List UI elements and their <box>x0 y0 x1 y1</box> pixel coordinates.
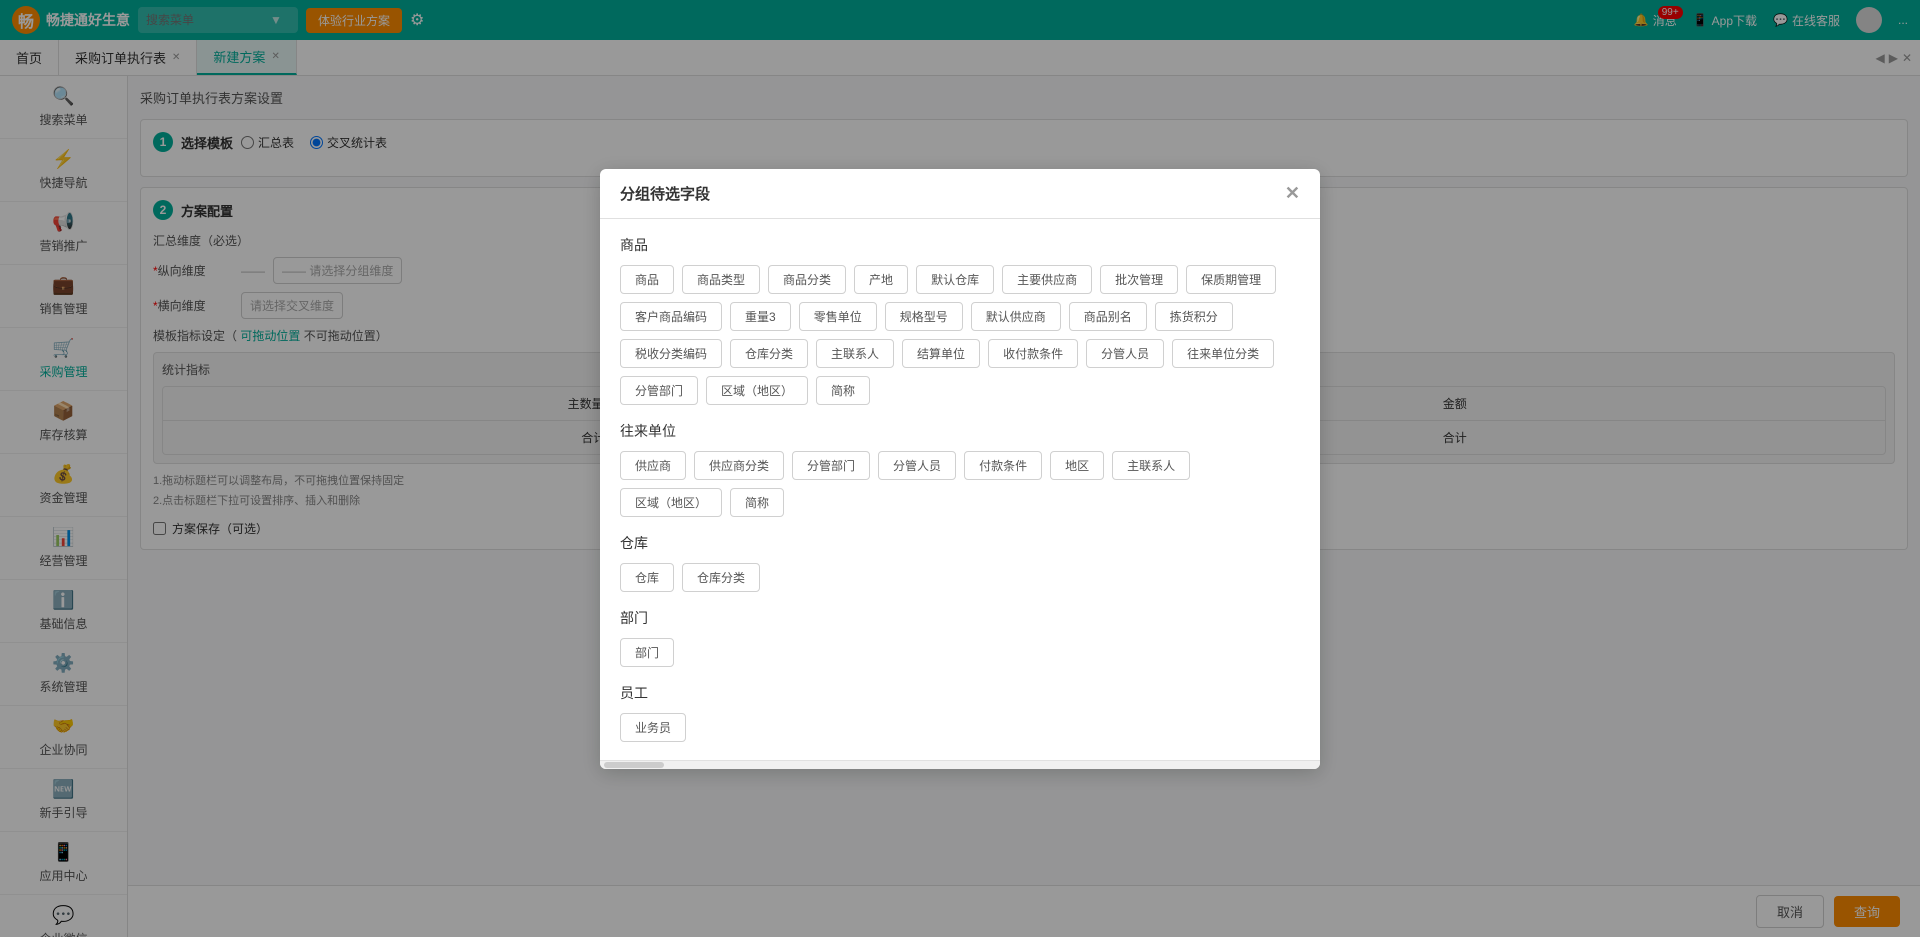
field-goods-17[interactable]: 仓库分类 <box>730 339 808 368</box>
field-goods-7[interactable]: 批次管理 <box>1100 265 1178 294</box>
field-goods-10[interactable]: 重量3 <box>730 302 791 331</box>
modal-title: 分组待选字段 <box>620 183 710 204</box>
field-partner-2[interactable]: 供应商分类 <box>694 451 784 480</box>
section-title-partner: 往来单位 <box>620 421 1300 441</box>
field-goods-18[interactable]: 主联系人 <box>816 339 894 368</box>
field-goods-16[interactable]: 税收分类编码 <box>620 339 722 368</box>
field-partner-8[interactable]: 区域（地区） <box>620 488 722 517</box>
field-goods-6[interactable]: 主要供应商 <box>1002 265 1092 294</box>
section-title-staff: 员工 <box>620 683 1300 703</box>
field-goods-8[interactable]: 保质期管理 <box>1186 265 1276 294</box>
field-goods-2[interactable]: 商品类型 <box>682 265 760 294</box>
section-title-goods: 商品 <box>620 235 1300 255</box>
section-title-dept: 部门 <box>620 608 1300 628</box>
field-goods-11[interactable]: 零售单位 <box>799 302 877 331</box>
field-goods-12[interactable]: 规格型号 <box>885 302 963 331</box>
field-goods-14[interactable]: 商品别名 <box>1069 302 1147 331</box>
modal-overlay: 分组待选字段 ✕ 商品 商品 商品类型 商品分类 产地 默认仓库 主要供应商 批… <box>0 0 1920 937</box>
modal-scroll-bar-x[interactable] <box>600 760 1320 768</box>
modal-scroll-thumb-x[interactable] <box>604 762 664 768</box>
modal-body: 商品 商品 商品类型 商品分类 产地 默认仓库 主要供应商 批次管理 保质期管理… <box>600 219 1320 761</box>
field-goods-25[interactable]: 简称 <box>816 376 870 405</box>
field-partner-9[interactable]: 简称 <box>730 488 784 517</box>
field-partner-3[interactable]: 分管部门 <box>792 451 870 480</box>
field-grid-goods: 商品 商品类型 商品分类 产地 默认仓库 主要供应商 批次管理 保质期管理 客户… <box>620 265 1300 405</box>
field-grid-staff: 业务员 <box>620 713 1300 742</box>
field-partner-7[interactable]: 主联系人 <box>1112 451 1190 480</box>
field-warehouse-1[interactable]: 仓库 <box>620 563 674 592</box>
field-select-modal: 分组待选字段 ✕ 商品 商品 商品类型 商品分类 产地 默认仓库 主要供应商 批… <box>600 169 1320 769</box>
field-goods-13[interactable]: 默认供应商 <box>971 302 1061 331</box>
field-partner-5[interactable]: 付款条件 <box>964 451 1042 480</box>
modal-close-button[interactable]: ✕ <box>1285 184 1300 202</box>
field-goods-5[interactable]: 默认仓库 <box>916 265 994 294</box>
field-goods-15[interactable]: 拣货积分 <box>1155 302 1233 331</box>
field-goods-1[interactable]: 商品 <box>620 265 674 294</box>
field-partner-6[interactable]: 地区 <box>1050 451 1104 480</box>
field-staff-1[interactable]: 业务员 <box>620 713 686 742</box>
field-partner-1[interactable]: 供应商 <box>620 451 686 480</box>
field-partner-4[interactable]: 分管人员 <box>878 451 956 480</box>
modal-header: 分组待选字段 ✕ <box>600 169 1320 219</box>
field-goods-24[interactable]: 区域（地区） <box>706 376 808 405</box>
field-grid-partner: 供应商 供应商分类 分管部门 分管人员 付款条件 地区 主联系人 区域（地区） … <box>620 451 1300 517</box>
field-goods-21[interactable]: 分管人员 <box>1086 339 1164 368</box>
section-title-warehouse: 仓库 <box>620 533 1300 553</box>
field-goods-4[interactable]: 产地 <box>854 265 908 294</box>
field-grid-dept: 部门 <box>620 638 1300 667</box>
field-dept-1[interactable]: 部门 <box>620 638 674 667</box>
field-warehouse-2[interactable]: 仓库分类 <box>682 563 760 592</box>
field-grid-warehouse: 仓库 仓库分类 <box>620 563 1300 592</box>
field-goods-23[interactable]: 分管部门 <box>620 376 698 405</box>
field-goods-20[interactable]: 收付款条件 <box>988 339 1078 368</box>
field-goods-3[interactable]: 商品分类 <box>768 265 846 294</box>
field-goods-19[interactable]: 结算单位 <box>902 339 980 368</box>
field-goods-9[interactable]: 客户商品编码 <box>620 302 722 331</box>
field-goods-22[interactable]: 往来单位分类 <box>1172 339 1274 368</box>
